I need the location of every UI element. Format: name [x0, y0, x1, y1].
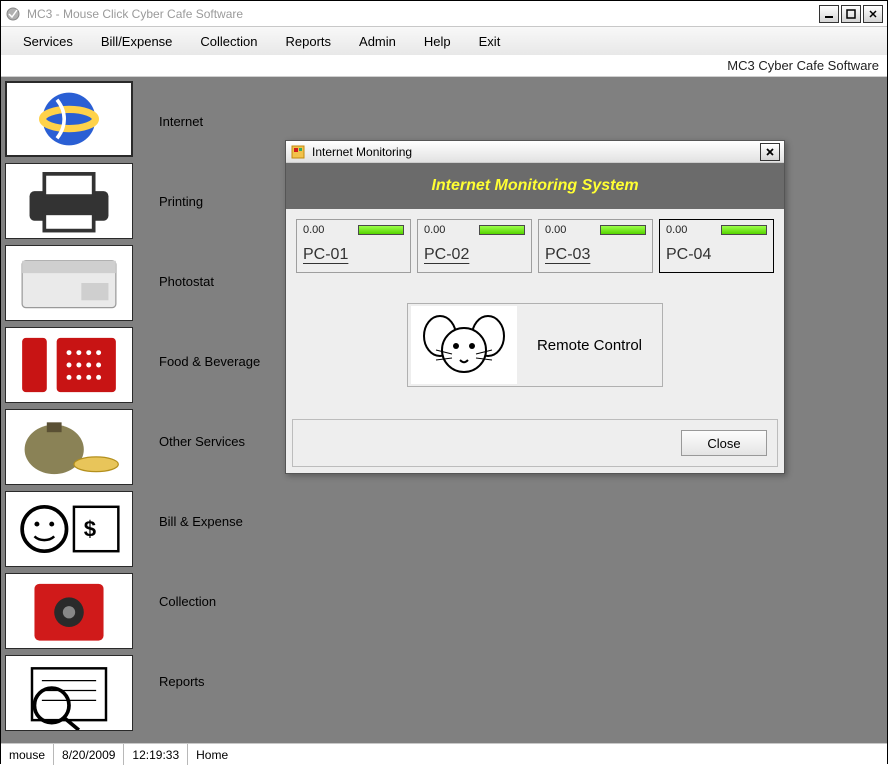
pc-03-name: PC-03 — [545, 246, 646, 264]
dialog-close-footer-button[interactable]: Close — [681, 430, 767, 456]
sidebar-item-printing[interactable] — [5, 163, 149, 241]
menu-exit[interactable]: Exit — [467, 30, 513, 53]
dialog-title-text: Internet Monitoring — [312, 145, 760, 159]
status-date: 8/20/2009 — [54, 744, 124, 765]
svg-text:$: $ — [84, 516, 97, 541]
pc-03-value: 0.00 — [545, 224, 566, 236]
sidebar: $ — [1, 77, 149, 743]
sidebar-label-bill-expense: Bill & Expense — [159, 481, 289, 561]
menu-collection[interactable]: Collection — [188, 30, 269, 53]
dialog-close-button[interactable] — [760, 143, 780, 161]
pc-box-02[interactable]: 0.00 PC-02 — [417, 219, 532, 273]
sidebar-label-photostat: Photostat — [159, 241, 289, 321]
sidebar-item-bill-expense[interactable]: $ — [5, 491, 149, 569]
sidebar-label-reports: Reports — [159, 641, 289, 721]
minimize-button[interactable] — [819, 5, 839, 23]
status-time: 12:19:33 — [124, 744, 188, 765]
pc-box-01[interactable]: 0.00 PC-01 — [296, 219, 411, 273]
sidebar-label-other-services: Other Services — [159, 401, 289, 481]
dialog-footer: Close — [292, 419, 778, 467]
sidebar-item-reports[interactable] — [5, 655, 149, 733]
pc-04-value: 0.00 — [666, 224, 687, 236]
internet-monitoring-dialog: Internet Monitoring Internet Monitoring … — [285, 140, 785, 474]
usage-bar-icon — [600, 225, 646, 235]
pc-row: 0.00 PC-01 0.00 PC-02 0.00 PC-03 0.00 PC… — [286, 209, 784, 279]
usage-bar-icon — [358, 225, 404, 235]
status-user: mouse — [1, 744, 54, 765]
pc-box-04[interactable]: 0.00 PC-04 — [659, 219, 774, 273]
pc-01-name: PC-01 — [303, 246, 404, 264]
sidebar-item-food-beverage[interactable] — [5, 327, 149, 405]
usage-bar-icon — [479, 225, 525, 235]
maximize-button[interactable] — [841, 5, 861, 23]
usage-bar-icon — [721, 225, 767, 235]
subheader-text: MC3 Cyber Cafe Software — [727, 58, 879, 73]
sidebar-item-collection[interactable] — [5, 573, 149, 651]
pc-01-value: 0.00 — [303, 224, 324, 236]
mouse-icon — [411, 306, 517, 384]
remote-control-label: Remote Control — [517, 337, 662, 354]
close-button[interactable] — [863, 5, 883, 23]
workspace: $ Internet Printing Photostat Food & Bev… — [1, 77, 887, 743]
pc-04-name: PC-04 — [666, 246, 767, 264]
menu-admin[interactable]: Admin — [347, 30, 408, 53]
dialog-titlebar[interactable]: Internet Monitoring — [286, 141, 784, 163]
menu-reports[interactable]: Reports — [274, 30, 344, 53]
dialog-icon — [290, 144, 306, 160]
sidebar-item-other-services[interactable] — [5, 409, 149, 487]
app-icon — [5, 6, 21, 22]
sidebar-item-internet[interactable] — [5, 81, 149, 159]
pc-02-value: 0.00 — [424, 224, 445, 236]
menu-services[interactable]: Services — [11, 30, 85, 53]
dialog-banner: Internet Monitoring System — [286, 163, 784, 209]
sidebar-label-internet: Internet — [159, 81, 289, 161]
sidebar-label-printing: Printing — [159, 161, 289, 241]
pc-box-03[interactable]: 0.00 PC-03 — [538, 219, 653, 273]
menubar: Services Bill/Expense Collection Reports… — [1, 27, 887, 55]
status-location: Home — [188, 744, 887, 765]
statusbar: mouse 8/20/2009 12:19:33 Home — [1, 743, 887, 765]
sidebar-label-collection: Collection — [159, 561, 289, 641]
sidebar-labels: Internet Printing Photostat Food & Bever… — [149, 77, 289, 743]
menu-help[interactable]: Help — [412, 30, 463, 53]
menu-bill-expense[interactable]: Bill/Expense — [89, 30, 185, 53]
window-titlebar: MC3 - Mouse Click Cyber Cafe Software — [1, 1, 887, 27]
remote-control-button[interactable]: Remote Control — [407, 303, 663, 387]
sidebar-item-photostat[interactable] — [5, 245, 149, 323]
sidebar-label-food-beverage: Food & Beverage — [159, 321, 289, 401]
window-title: MC3 - Mouse Click Cyber Cafe Software — [27, 7, 817, 21]
pc-02-name: PC-02 — [424, 246, 525, 264]
subheader: MC3 Cyber Cafe Software — [1, 55, 887, 77]
